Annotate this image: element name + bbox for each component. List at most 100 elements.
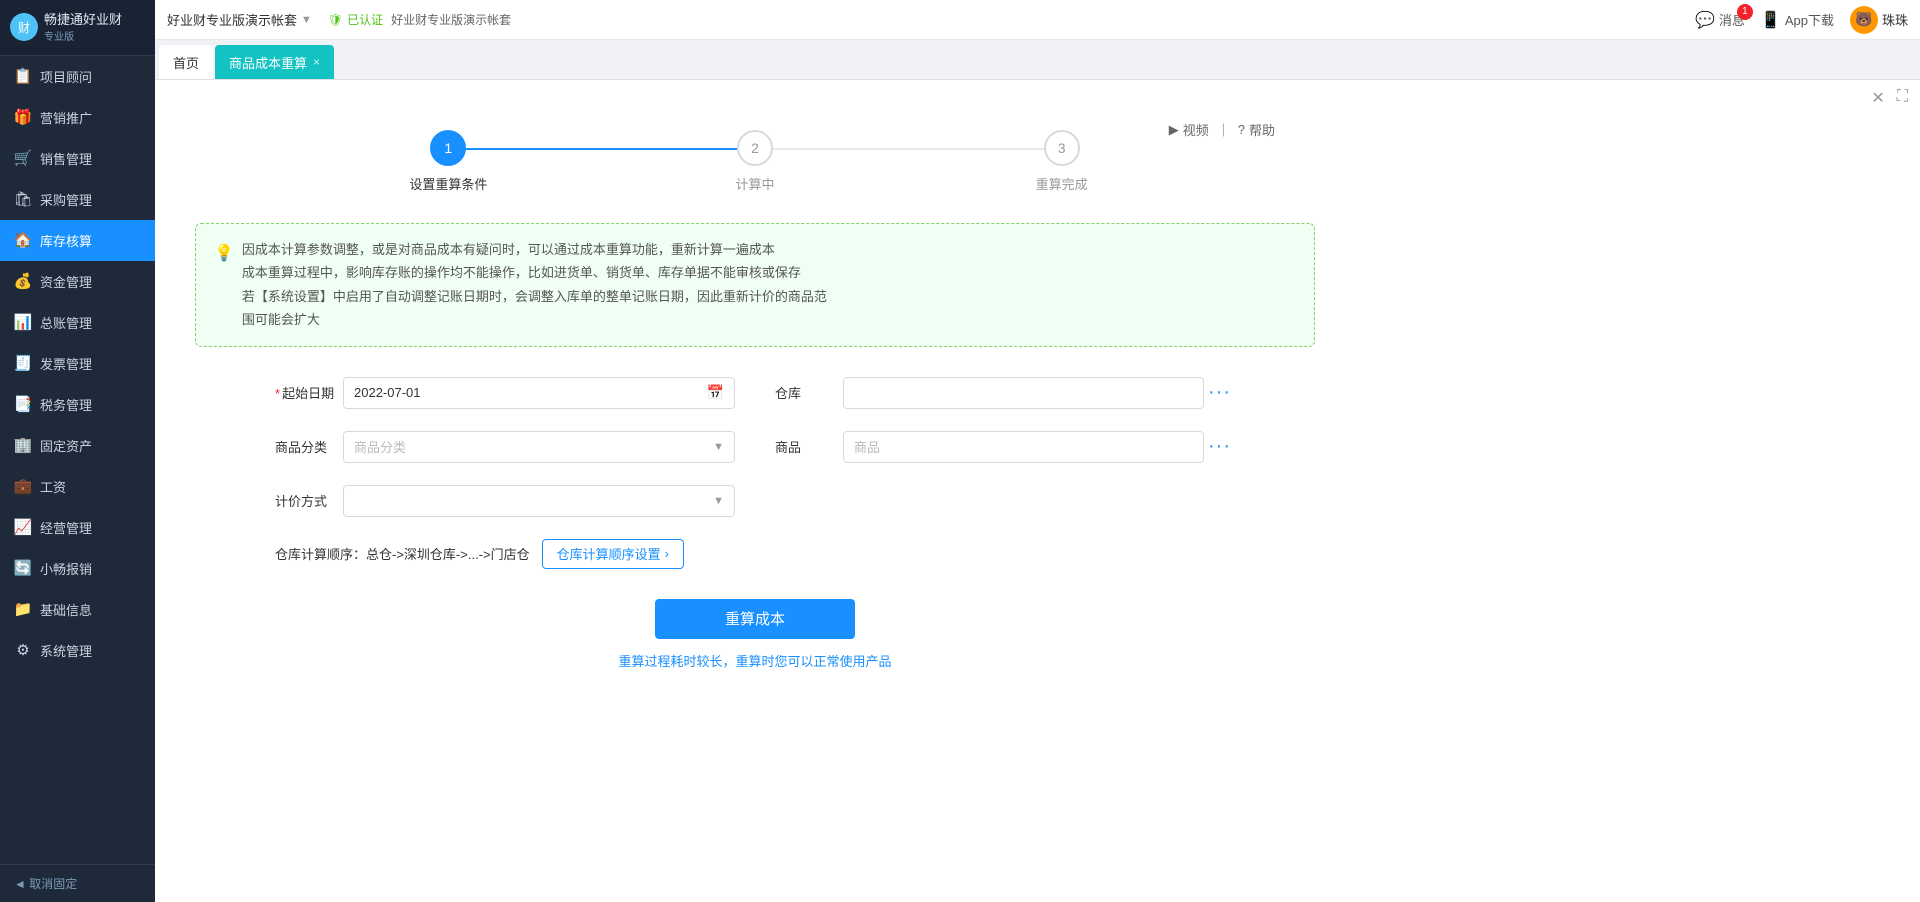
help-separator: ｜: [1217, 120, 1230, 139]
tab-home-label: 首页: [173, 53, 199, 72]
sidebar-item-project[interactable]: 📋 项目顾问: [0, 56, 155, 97]
sidebar-label-invoice: 发票管理: [40, 354, 92, 373]
form-section: 起始日期 2022-07-01 📅 仓库 ···: [195, 377, 1315, 670]
expand-window-icon[interactable]: ⛶: [1897, 88, 1908, 108]
sidebar: 财 畅捷通好业财 专业版 📋 项目顾问 🎁 营销推广 🛒 销售管理 🛍 采购管理…: [0, 0, 155, 902]
notice-line3: 若【系统设置】中启用了自动调整记账日期时，会调整入库单的整单记账日期，因此重新计…: [242, 285, 827, 308]
accounting-icon: 📊: [14, 313, 32, 331]
app-download-button[interactable]: 📱 App下载: [1761, 10, 1834, 30]
goods-input[interactable]: 商品: [843, 431, 1204, 463]
sidebar-unpin-label: ◄ 取消固定: [14, 875, 77, 892]
assets-icon: 🏢: [14, 436, 32, 454]
salary-icon: 💼: [14, 477, 32, 495]
steps-section: 1 设置重算条件 2 计算中: [195, 110, 1315, 193]
message-icon: 💬: [1695, 10, 1715, 30]
sidebar-label-expense: 小畅报销: [40, 559, 92, 578]
notice-text: 因成本计算参数调整，或是对商品成本有疑问时，可以通过成本重算功能，重新计算一遍成…: [242, 238, 827, 332]
category-label: 商品分类: [275, 437, 335, 456]
logo-sub: 专业版: [44, 28, 122, 43]
warehouse-dots-button[interactable]: ···: [1204, 381, 1235, 404]
notice-line4: 围可能会扩大: [242, 308, 827, 331]
tab-close-icon[interactable]: ×: [313, 55, 320, 69]
sidebar-item-system[interactable]: ⚙ 系统管理: [0, 630, 155, 671]
notice-line1: 因成本计算参数调整，或是对商品成本有疑问时，可以通过成本重算功能，重新计算一遍成…: [242, 238, 827, 261]
sidebar-item-assets[interactable]: 🏢 固定资产: [0, 425, 155, 466]
warning-icon: 💡: [214, 240, 234, 269]
step-1: 1 设置重算条件: [295, 130, 602, 193]
user-menu[interactable]: 🐻 珠珠: [1850, 6, 1908, 34]
invoice-icon: 🧾: [14, 354, 32, 372]
message-button[interactable]: 💬 消息 1: [1695, 10, 1745, 30]
step-3: 3 重算完成: [908, 130, 1215, 193]
sidebar-item-basic[interactable]: 📁 基础信息: [0, 589, 155, 630]
sidebar-label-system: 系统管理: [40, 641, 92, 660]
recalc-button[interactable]: 重算成本: [655, 599, 855, 639]
step-2: 2 计算中: [602, 130, 909, 193]
category-placeholder: 商品分类: [354, 437, 713, 456]
category-select[interactable]: 商品分类 ▼: [343, 431, 735, 463]
calendar-icon[interactable]: 📅: [707, 384, 724, 401]
topbar: 好业财专业版演示帐套 ▼ 🛡 已认证 好业财专业版演示帐套 💬 消息 1 📱 A…: [155, 0, 1920, 40]
expense-icon: 🔄: [14, 559, 32, 577]
step-3-circle: 3: [1044, 130, 1080, 166]
goods-label: 商品: [775, 437, 835, 456]
help-link[interactable]: ? 帮助: [1238, 120, 1275, 139]
logo-text-block: 畅捷通好业财 专业版: [44, 12, 122, 43]
question-icon: ?: [1238, 122, 1245, 137]
sidebar-item-salary[interactable]: 💼 工资: [0, 466, 155, 507]
operation-icon: 📈: [14, 518, 32, 536]
sidebar-label-tax: 税务管理: [40, 395, 92, 414]
sidebar-item-marketing[interactable]: 🎁 营销推广: [0, 97, 155, 138]
project-icon: 📋: [14, 67, 32, 85]
warehouse-order-btn-label: 仓库计算顺序设置: [557, 544, 661, 563]
topbar-account[interactable]: 好业财专业版演示帐套 ▼: [167, 10, 312, 29]
warehouse-order-row: 仓库计算顺序：总仓->深圳仓库->...->门店仓 仓库计算顺序设置 ›: [275, 539, 1235, 569]
goods-dots-button[interactable]: ···: [1204, 435, 1235, 458]
start-date-value: 2022-07-01: [354, 385, 707, 400]
main-area: 好业财专业版演示帐套 ▼ 🛡 已认证 好业财专业版演示帐套 💬 消息 1 📱 A…: [155, 0, 1920, 902]
warehouse-order-settings-button[interactable]: 仓库计算顺序设置 ›: [542, 539, 684, 569]
sidebar-item-tax[interactable]: 📑 税务管理: [0, 384, 155, 425]
price-method-label: 计价方式: [275, 491, 335, 510]
warehouse-input[interactable]: [843, 377, 1204, 409]
step-2-number: 2: [751, 140, 759, 156]
video-link[interactable]: ▶ 视频: [1169, 120, 1209, 139]
sidebar-item-expense[interactable]: 🔄 小畅报销: [0, 548, 155, 589]
form-row-1: 起始日期 2022-07-01 📅 仓库 ···: [275, 377, 1235, 409]
goods-placeholder: 商品: [854, 437, 880, 456]
video-label: 视频: [1183, 120, 1209, 139]
step-2-label: 计算中: [736, 174, 775, 193]
marketing-icon: 🎁: [14, 108, 32, 126]
tax-icon: 📑: [14, 395, 32, 413]
sidebar-item-finance[interactable]: 💰 资金管理: [0, 261, 155, 302]
tabbar: 首页 商品成本重算 ×: [155, 40, 1920, 80]
warehouse-input-wrapper: ···: [843, 377, 1235, 409]
help-label: 帮助: [1249, 120, 1275, 139]
sidebar-item-invoice[interactable]: 🧾 发票管理: [0, 343, 155, 384]
sidebar-unpin-button[interactable]: ◄ 取消固定: [0, 864, 155, 902]
tab-recalc[interactable]: 商品成本重算 ×: [215, 45, 334, 79]
sidebar-item-inventory[interactable]: 🏠 库存核算: [0, 220, 155, 261]
start-date-input[interactable]: 2022-07-01 📅: [343, 377, 735, 409]
account-name: 好业财专业版演示帐套: [167, 10, 297, 29]
content-area: ✕ ⛶ 1 设置重算条件: [155, 80, 1920, 902]
user-name: 珠珠: [1882, 10, 1908, 29]
sidebar-label-salary: 工资: [40, 477, 66, 496]
message-badge: 1: [1737, 4, 1753, 20]
sidebar-item-sales[interactable]: 🛒 销售管理: [0, 138, 155, 179]
account-full-name: 好业财专业版演示帐套: [391, 11, 511, 28]
sidebar-item-purchase[interactable]: 🛍 采购管理: [0, 179, 155, 220]
step-1-number: 1: [444, 140, 452, 156]
avatar: 🐻: [1850, 6, 1878, 34]
topbar-verified: 🛡 已认证: [328, 11, 383, 28]
close-window-icon[interactable]: ✕: [1871, 88, 1884, 108]
sidebar-item-accounting[interactable]: 📊 总账管理: [0, 302, 155, 343]
finance-icon: 💰: [14, 272, 32, 290]
tab-home[interactable]: 首页: [159, 45, 213, 79]
sidebar-label-assets: 固定资产: [40, 436, 92, 455]
price-method-select[interactable]: ▼: [343, 485, 735, 517]
dropdown-icon: ▼: [301, 14, 312, 26]
basic-icon: 📁: [14, 600, 32, 618]
sidebar-label-finance: 资金管理: [40, 272, 92, 291]
sidebar-item-operation[interactable]: 📈 经营管理: [0, 507, 155, 548]
